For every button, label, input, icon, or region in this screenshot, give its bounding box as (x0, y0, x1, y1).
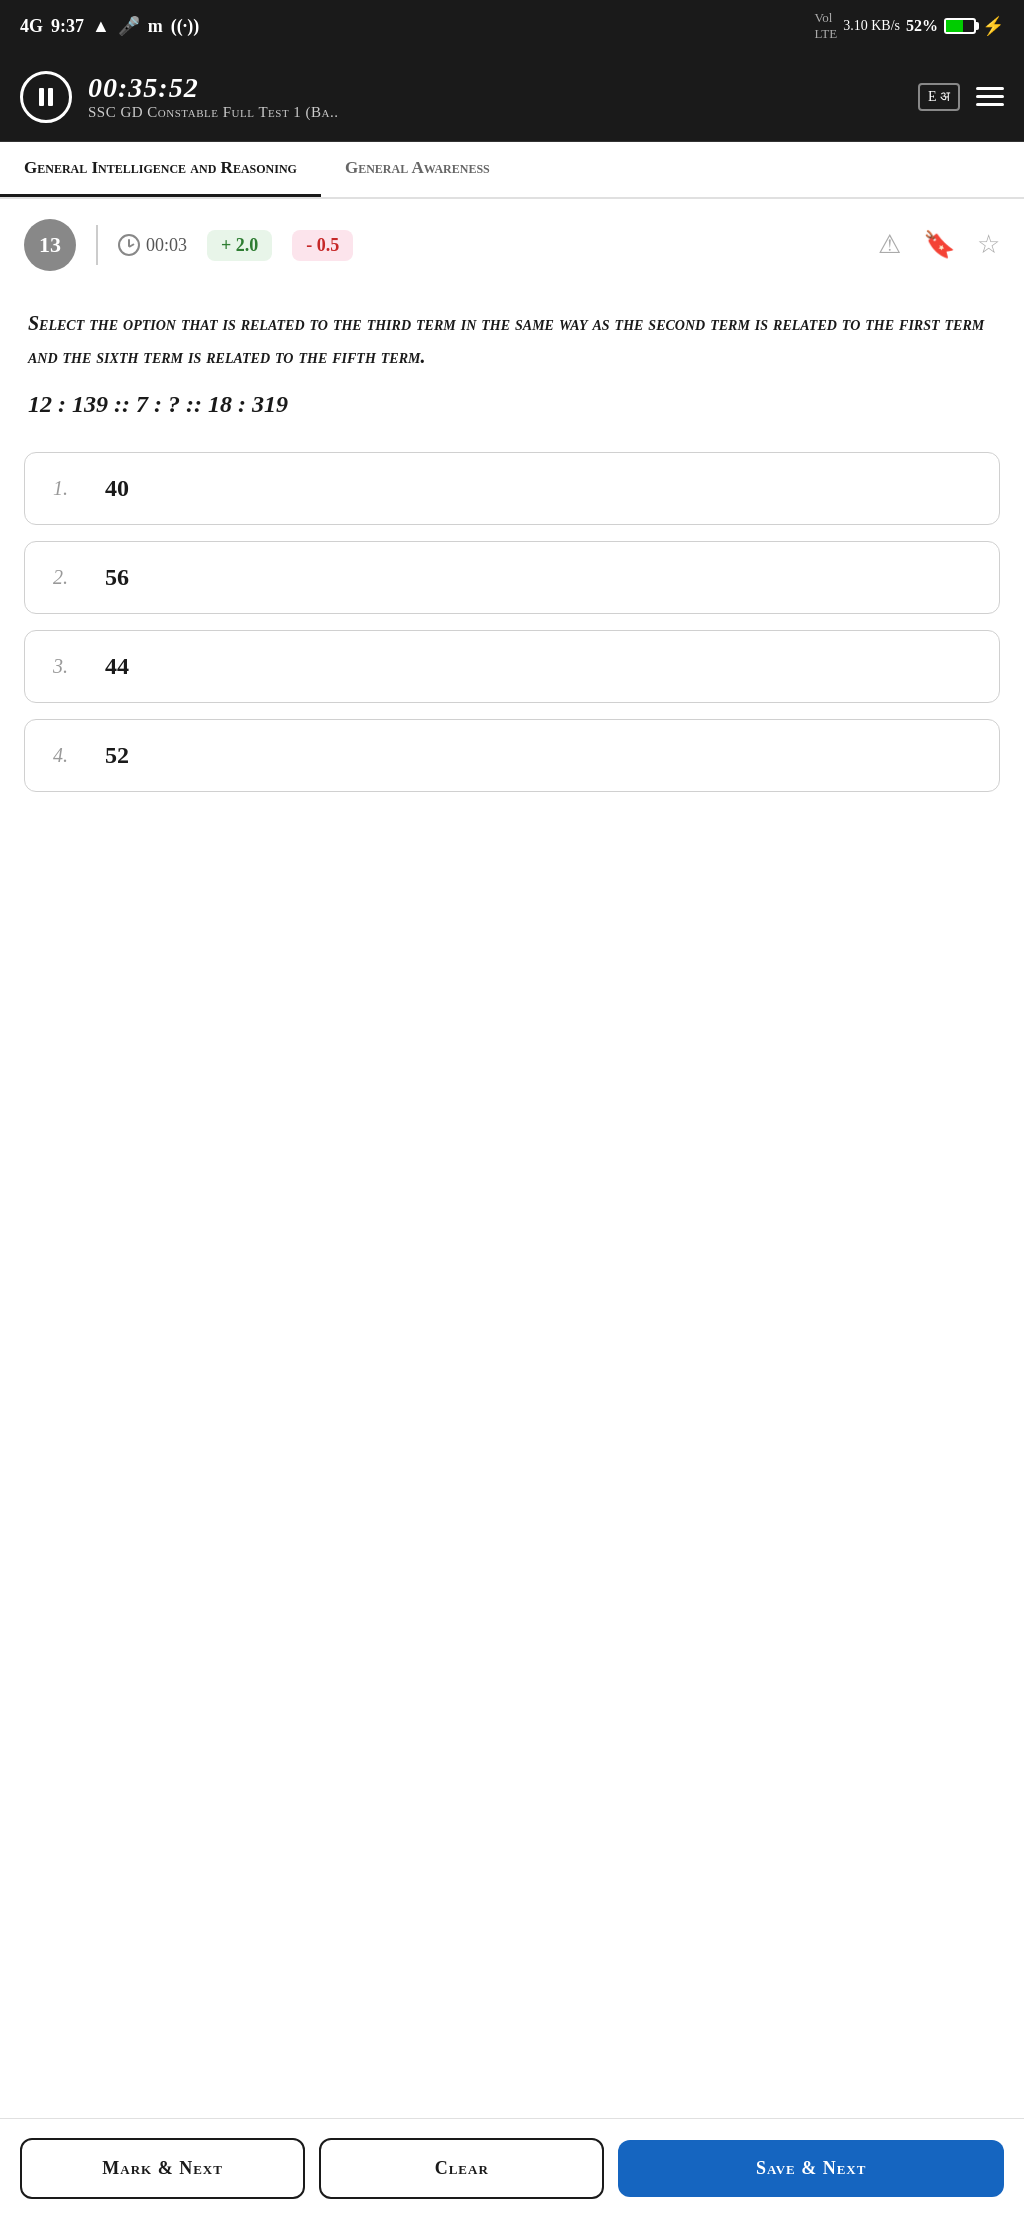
clear-button[interactable]: Clear (319, 2138, 604, 2199)
status-right: VolLTE 3.10 KB/s 52% ⚡ (815, 10, 1004, 42)
option-3[interactable]: 3. 44 (24, 630, 1000, 703)
pause-button[interactable] (20, 71, 72, 123)
header-title-group: 00:35:52 SSC GD Constable Full Test 1 (B… (88, 72, 902, 121)
bookmark-icon[interactable]: 🔖 (923, 232, 955, 258)
exam-timer: 00:35:52 (88, 72, 902, 104)
divider (96, 225, 98, 265)
option-2-value: 56 (105, 564, 129, 591)
clock-icon (118, 234, 140, 256)
option-2[interactable]: 2. 56 (24, 541, 1000, 614)
menu-line-2 (976, 95, 1004, 98)
question-number-badge: 13 (24, 219, 76, 271)
content-spacer (0, 802, 1024, 1102)
time-display: 9:37 (51, 16, 84, 37)
tab-general-awareness[interactable]: General Awareness (321, 142, 514, 197)
option-1-number: 1. (53, 477, 81, 500)
option-1-value: 40 (105, 475, 129, 502)
header-icons: E अ (918, 83, 1004, 111)
options-container: 1. 40 2. 56 3. 44 4. 52 (0, 442, 1024, 802)
mark-next-button[interactable]: Mark & Next (20, 2138, 305, 2199)
menu-line-3 (976, 103, 1004, 106)
charging-icon: ⚡ (982, 15, 1004, 37)
action-icons: ⚠ 🔖 ☆ (878, 232, 1000, 258)
question-timer: 00:03 (118, 234, 187, 256)
positive-mark-badge: + 2.0 (207, 230, 272, 261)
bottom-action-bar: Mark & Next Clear Save & Next (0, 2118, 1024, 2218)
question-bar: 13 00:03 + 2.0 - 0.5 ⚠ 🔖 ☆ (0, 199, 1024, 291)
option-2-number: 2. (53, 566, 81, 589)
status-bar: 4G 9:37 ▲ 🎤 m ((·)) VolLTE 3.10 KB/s 52%… (0, 0, 1024, 52)
nav-icon: ▲ (92, 16, 110, 37)
option-4-number: 4. (53, 744, 81, 767)
data-rate: 3.10 KB/s (843, 18, 900, 34)
exam-title: SSC GD Constable Full Test 1 (Ba.. (88, 104, 902, 121)
app-header: 00:35:52 SSC GD Constable Full Test 1 (B… (0, 52, 1024, 142)
question-time-value: 00:03 (146, 235, 187, 256)
option-3-value: 44 (105, 653, 129, 680)
tab-general-intelligence[interactable]: General Intelligence and Reasoning (0, 142, 321, 197)
option-3-number: 3. (53, 655, 81, 678)
save-next-button[interactable]: Save & Next (618, 2140, 1004, 2197)
pause-icon (39, 88, 53, 106)
question-text: Select the option that is related to the… (28, 307, 996, 373)
option-4[interactable]: 4. 52 (24, 719, 1000, 792)
main-content: 13 00:03 + 2.0 - 0.5 ⚠ 🔖 ☆ Select the op… (0, 199, 1024, 2199)
vol-lte-label: VolLTE (815, 10, 838, 42)
status-left: 4G 9:37 ▲ 🎤 m ((·)) (20, 15, 199, 37)
wifi-calling-icon: ((·)) (171, 16, 199, 37)
star-icon[interactable]: ☆ (977, 232, 1000, 258)
signal-indicator: 4G (20, 16, 43, 37)
menu-line-1 (976, 87, 1004, 90)
option-1[interactable]: 1. 40 (24, 452, 1000, 525)
question-content: Select the option that is related to the… (0, 291, 1024, 442)
battery-indicator (944, 18, 976, 34)
question-formula: 12 : 139 :: 7 : ? :: 18 : 319 (28, 391, 996, 418)
option-4-value: 52 (105, 742, 129, 769)
language-toggle[interactable]: E अ (918, 83, 960, 111)
tab-navigation: General Intelligence and Reasoning Gener… (0, 142, 1024, 199)
battery-pct: 52% (906, 17, 938, 35)
negative-mark-badge: - 0.5 (292, 230, 353, 261)
m-icon: m (148, 16, 163, 37)
warning-icon[interactable]: ⚠ (878, 232, 901, 258)
menu-button[interactable] (976, 87, 1004, 106)
mic-icon: 🎤 (118, 15, 140, 37)
